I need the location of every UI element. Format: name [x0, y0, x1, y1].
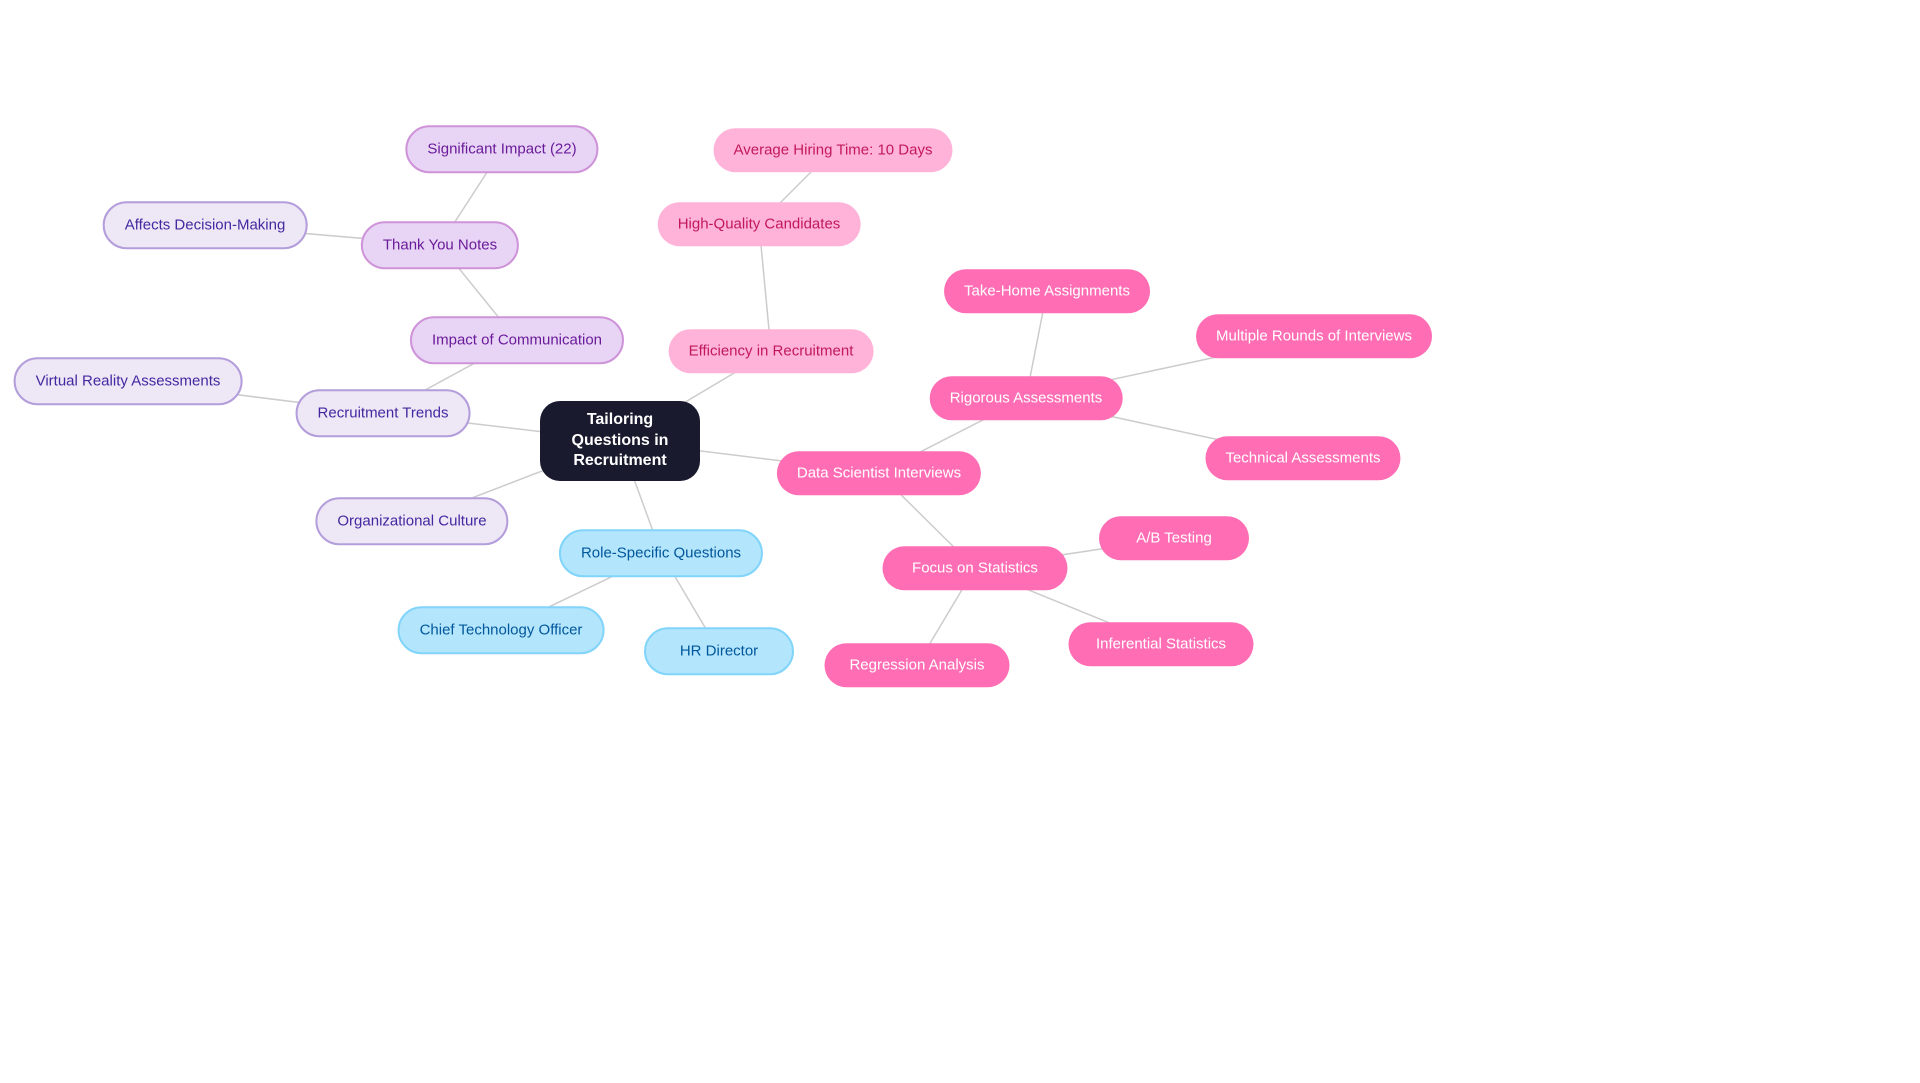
connections-svg — [0, 0, 1920, 1083]
node-rigorousAssessments[interactable]: Rigorous Assessments — [930, 376, 1123, 420]
node-focusOnStatistics[interactable]: Focus on Statistics — [883, 546, 1068, 590]
mind-map-container: Tailoring Questions in Recruitment Recrui… — [0, 0, 1920, 1083]
node-impactOfCommunication[interactable]: Impact of Communication — [410, 316, 624, 364]
node-label-hrDirector: HR Director — [680, 641, 758, 661]
node-label-center: Tailoring Questions in Recruitment — [560, 410, 680, 472]
node-label-abTesting: A/B Testing — [1136, 528, 1212, 548]
node-label-thankYouNotes: Thank You Notes — [383, 235, 497, 255]
node-dataScientistInterviews[interactable]: Data Scientist Interviews — [777, 451, 981, 495]
node-affectsDecisionMaking[interactable]: Affects Decision-Making — [103, 201, 308, 249]
node-label-roleSpecificQuestions: Role-Specific Questions — [581, 543, 741, 563]
node-label-averageHiringTime: Average Hiring Time: 10 Days — [734, 140, 933, 160]
node-hrDirector[interactable]: HR Director — [644, 627, 794, 675]
node-recruitmentTrends[interactable]: Recruitment Trends — [296, 389, 471, 437]
node-label-technicalAssessments: Technical Assessments — [1225, 448, 1380, 468]
node-label-regressionAnalysis: Regression Analysis — [849, 655, 984, 675]
node-label-virtualRealityAssessments: Virtual Reality Assessments — [36, 371, 221, 391]
node-averageHiringTime[interactable]: Average Hiring Time: 10 Days — [714, 128, 953, 172]
node-label-rigorousAssessments: Rigorous Assessments — [950, 388, 1103, 408]
node-organizationalCulture[interactable]: Organizational Culture — [315, 497, 508, 545]
node-center[interactable]: Tailoring Questions in Recruitment — [540, 401, 700, 481]
node-thankYouNotes[interactable]: Thank You Notes — [361, 221, 519, 269]
node-label-impactOfCommunication: Impact of Communication — [432, 330, 602, 350]
node-abTesting[interactable]: A/B Testing — [1099, 516, 1249, 560]
node-label-efficiencyInRecruitment: Efficiency in Recruitment — [689, 341, 854, 361]
node-label-highQualityCandidates: High-Quality Candidates — [678, 214, 841, 234]
node-inferentialStatistics[interactable]: Inferential Statistics — [1069, 622, 1254, 666]
node-takeHomeAssignments[interactable]: Take-Home Assignments — [944, 269, 1150, 313]
node-label-takeHomeAssignments: Take-Home Assignments — [964, 281, 1130, 301]
node-efficiencyInRecruitment[interactable]: Efficiency in Recruitment — [669, 329, 874, 373]
node-technicalAssessments[interactable]: Technical Assessments — [1205, 436, 1400, 480]
node-label-focusOnStatistics: Focus on Statistics — [912, 558, 1038, 578]
node-significantImpact[interactable]: Significant Impact (22) — [405, 125, 598, 173]
node-multipleRoundsOfInterviews[interactable]: Multiple Rounds of Interviews — [1196, 314, 1432, 358]
node-label-significantImpact: Significant Impact (22) — [427, 139, 576, 159]
node-label-chiefTechnologyOfficer: Chief Technology Officer — [420, 620, 583, 640]
node-chiefTechnologyOfficer[interactable]: Chief Technology Officer — [398, 606, 605, 654]
node-label-dataScientistInterviews: Data Scientist Interviews — [797, 463, 961, 483]
node-label-multipleRoundsOfInterviews: Multiple Rounds of Interviews — [1216, 326, 1412, 346]
node-regressionAnalysis[interactable]: Regression Analysis — [825, 643, 1010, 687]
node-roleSpecificQuestions[interactable]: Role-Specific Questions — [559, 529, 763, 577]
node-label-inferentialStatistics: Inferential Statistics — [1096, 634, 1226, 654]
node-label-recruitmentTrends: Recruitment Trends — [318, 403, 449, 423]
node-label-affectsDecisionMaking: Affects Decision-Making — [125, 215, 286, 235]
node-label-organizationalCulture: Organizational Culture — [337, 511, 486, 531]
node-highQualityCandidates[interactable]: High-Quality Candidates — [658, 202, 861, 246]
node-virtualRealityAssessments[interactable]: Virtual Reality Assessments — [14, 357, 243, 405]
